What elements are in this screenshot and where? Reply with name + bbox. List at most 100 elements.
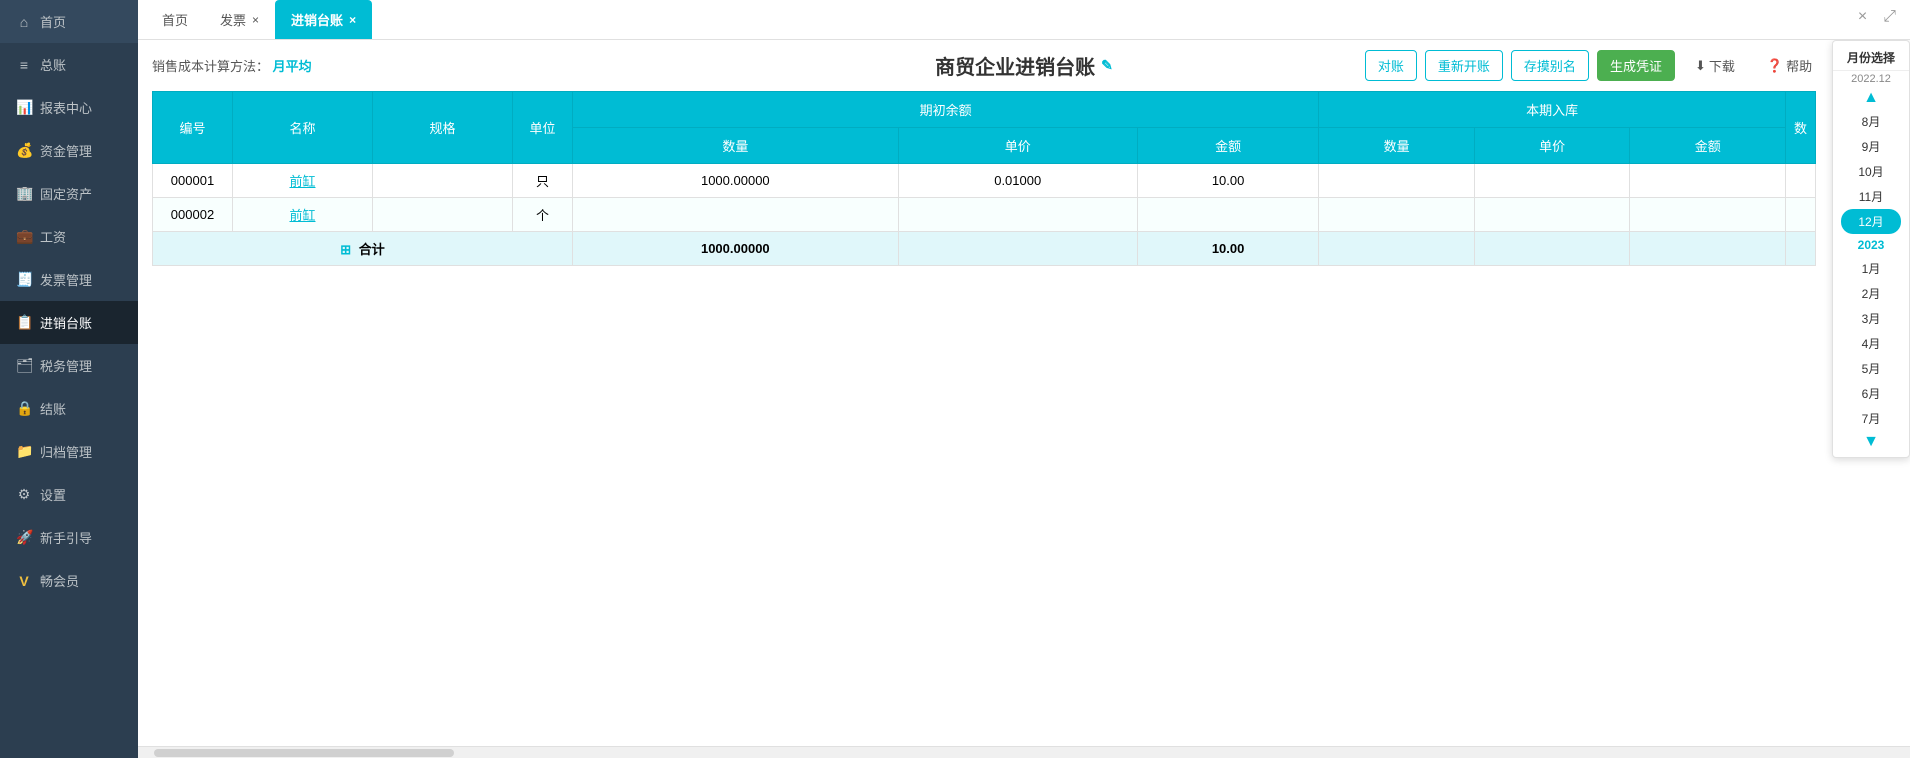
sub-col-in-price: 单价 <box>1474 128 1630 164</box>
toolbar-actions: 对账 重新开账 存摸别名 生成凭证 ⬇ 下载 ❓ 帮助 <box>1365 50 1896 81</box>
total-opening-price <box>898 232 1137 266</box>
match-button-label: 对账 <box>1378 56 1404 75</box>
col-extra: 数 <box>1786 92 1816 164</box>
bottom-scrollbar[interactable] <box>138 746 1910 758</box>
generate-button[interactable]: 生成凭证 <box>1597 50 1675 81</box>
cell-id: 000001 <box>153 164 233 198</box>
reopen-button[interactable]: 重新开账 <box>1425 50 1503 81</box>
month-6[interactable]: 6月 <box>1833 381 1909 406</box>
total-extra <box>1786 232 1816 266</box>
purchase-sales-icon: 📋 <box>16 314 32 331</box>
tab-invoice[interactable]: 发票 × <box>204 0 275 39</box>
download-button[interactable]: ⬇ 下载 <box>1683 51 1747 80</box>
sidebar-item-guide[interactable]: 🚀 新手引导 <box>0 516 138 559</box>
year-2022-label: 2022.12 <box>1833 71 1909 87</box>
sidebar-item-label: 报表中心 <box>40 98 92 117</box>
sidebar-item-reports[interactable]: 📊 报表中心 <box>0 86 138 129</box>
guide-icon: 🚀 <box>16 529 32 546</box>
month-2[interactable]: 2月 <box>1833 281 1909 306</box>
sub-col-in-amount: 金额 <box>1630 128 1786 164</box>
month-12[interactable]: 12月 <box>1841 209 1901 234</box>
salary-icon: 💼 <box>16 228 32 245</box>
scroll-track[interactable] <box>154 749 454 757</box>
match-button[interactable]: 对账 <box>1365 50 1417 81</box>
cell-in-amount <box>1630 164 1786 198</box>
col-id: 编号 <box>153 92 233 164</box>
cell-in-price <box>1474 198 1630 232</box>
ledger-icon: ≡ <box>16 57 32 73</box>
col-opening-balance: 期初余额 <box>573 92 1319 128</box>
tab-invoice-label: 发票 <box>220 10 246 29</box>
reports-icon: 📊 <box>16 99 32 116</box>
sidebar-item-label: 税务管理 <box>40 356 92 375</box>
col-unit: 单位 <box>513 92 573 164</box>
sidebar-item-label: 设置 <box>40 485 66 504</box>
month-9[interactable]: 9月 <box>1833 134 1909 159</box>
sidebar-item-label: 新手引导 <box>40 528 92 547</box>
sidebar-item-label: 资金管理 <box>40 141 92 160</box>
cell-extra <box>1786 164 1816 198</box>
sidebar-item-purchase-sales[interactable]: 📋 进销台账 <box>0 301 138 344</box>
sidebar-item-funds[interactable]: 💰 资金管理 <box>0 129 138 172</box>
cell-id: 000002 <box>153 198 233 232</box>
total-row: ⊞ 合计 1000.00000 10.00 <box>153 232 1816 266</box>
year-2023-label: 2023 <box>1833 234 1909 256</box>
sidebar: ⌂ 首页 ≡ 总账 📊 报表中心 💰 资金管理 🏢 固定资产 💼 工资 🧾 发票… <box>0 0 138 758</box>
save-as-button[interactable]: 存摸别名 <box>1511 50 1589 81</box>
sidebar-item-settings[interactable]: ⚙ 设置 <box>0 473 138 516</box>
sidebar-item-invoice-mgmt[interactable]: 🧾 发票管理 <box>0 258 138 301</box>
sidebar-item-home[interactable]: ⌂ 首页 <box>0 0 138 43</box>
sidebar-item-tax[interactable]: 🗂 税务管理 <box>0 344 138 387</box>
sub-col-in-qty: 数量 <box>1319 128 1475 164</box>
cell-spec <box>373 164 513 198</box>
help-button[interactable]: ❓ 帮助 <box>1755 51 1824 80</box>
tab-invoice-close[interactable]: × <box>252 13 259 27</box>
total-in-qty <box>1319 232 1475 266</box>
help-button-label: 帮助 <box>1786 56 1812 75</box>
month-5[interactable]: 5月 <box>1833 356 1909 381</box>
total-text: 合计 <box>359 242 385 257</box>
cell-opening-amount <box>1137 198 1319 232</box>
scroll-up-button[interactable]: ▲ <box>1833 87 1909 109</box>
month-8[interactable]: 8月 <box>1833 109 1909 134</box>
tab-purchase-sales[interactable]: 进销台账 × <box>275 0 372 39</box>
settings-icon: ⚙ <box>16 486 32 503</box>
sidebar-item-label: 发票管理 <box>40 270 92 289</box>
sidebar-item-ledger[interactable]: ≡ 总账 <box>0 43 138 86</box>
maximize-window-button[interactable]: ⤢ <box>1879 6 1900 28</box>
scroll-down-button[interactable]: ▼ <box>1833 431 1909 453</box>
cell-opening-price <box>898 198 1137 232</box>
month-10[interactable]: 10月 <box>1833 159 1909 184</box>
sidebar-item-archive[interactable]: 📁 归档管理 <box>0 430 138 473</box>
top-bar: 销售成本计算方法： 月平均 商贸企业进销台账 ✎ 对账 重新开账 存摸别名 生成… <box>152 50 1896 81</box>
month-11[interactable]: 11月 <box>1833 184 1909 209</box>
cost-method-label: 销售成本计算方法： <box>152 59 269 74</box>
sidebar-item-label: 结账 <box>40 399 66 418</box>
month-panel-title: 月份选择 <box>1833 45 1909 71</box>
month-panel: 月份选择 2022.12 ▲ 8月 9月 10月 11月 12月 2023 1月… <box>1832 40 1910 458</box>
month-4[interactable]: 4月 <box>1833 331 1909 356</box>
cell-opening-qty: 1000.00000 <box>573 164 899 198</box>
cell-in-qty <box>1319 164 1475 198</box>
sidebar-item-label: 总账 <box>40 55 66 74</box>
cell-in-qty <box>1319 198 1475 232</box>
close-window-button[interactable]: × <box>1854 6 1871 28</box>
tab-purchase-sales-close[interactable]: × <box>349 13 356 27</box>
month-1[interactable]: 1月 <box>1833 256 1909 281</box>
total-icon: ⊞ <box>340 242 351 257</box>
sub-col-opening-amount: 金额 <box>1137 128 1319 164</box>
sidebar-item-vip[interactable]: V 畅会员 <box>0 559 138 602</box>
edit-title-icon[interactable]: ✎ <box>1101 57 1113 74</box>
sidebar-item-label: 固定资产 <box>40 184 92 203</box>
page-title: 商贸企业进销台账 ✎ <box>935 51 1113 80</box>
vip-icon: V <box>16 573 32 589</box>
main-area: 首页 发票 × 进销台账 × 销售成本计算方法： 月平均 商贸企业进销台账 ✎ … <box>138 0 1910 758</box>
save-as-button-label: 存摸别名 <box>1524 56 1576 75</box>
sidebar-item-closing[interactable]: 🔒 结账 <box>0 387 138 430</box>
sidebar-item-assets[interactable]: 🏢 固定资产 <box>0 172 138 215</box>
sidebar-item-label: 首页 <box>40 12 66 31</box>
sidebar-item-salary[interactable]: 💼 工资 <box>0 215 138 258</box>
tab-home[interactable]: 首页 <box>146 0 204 39</box>
month-7[interactable]: 7月 <box>1833 406 1909 431</box>
month-3[interactable]: 3月 <box>1833 306 1909 331</box>
